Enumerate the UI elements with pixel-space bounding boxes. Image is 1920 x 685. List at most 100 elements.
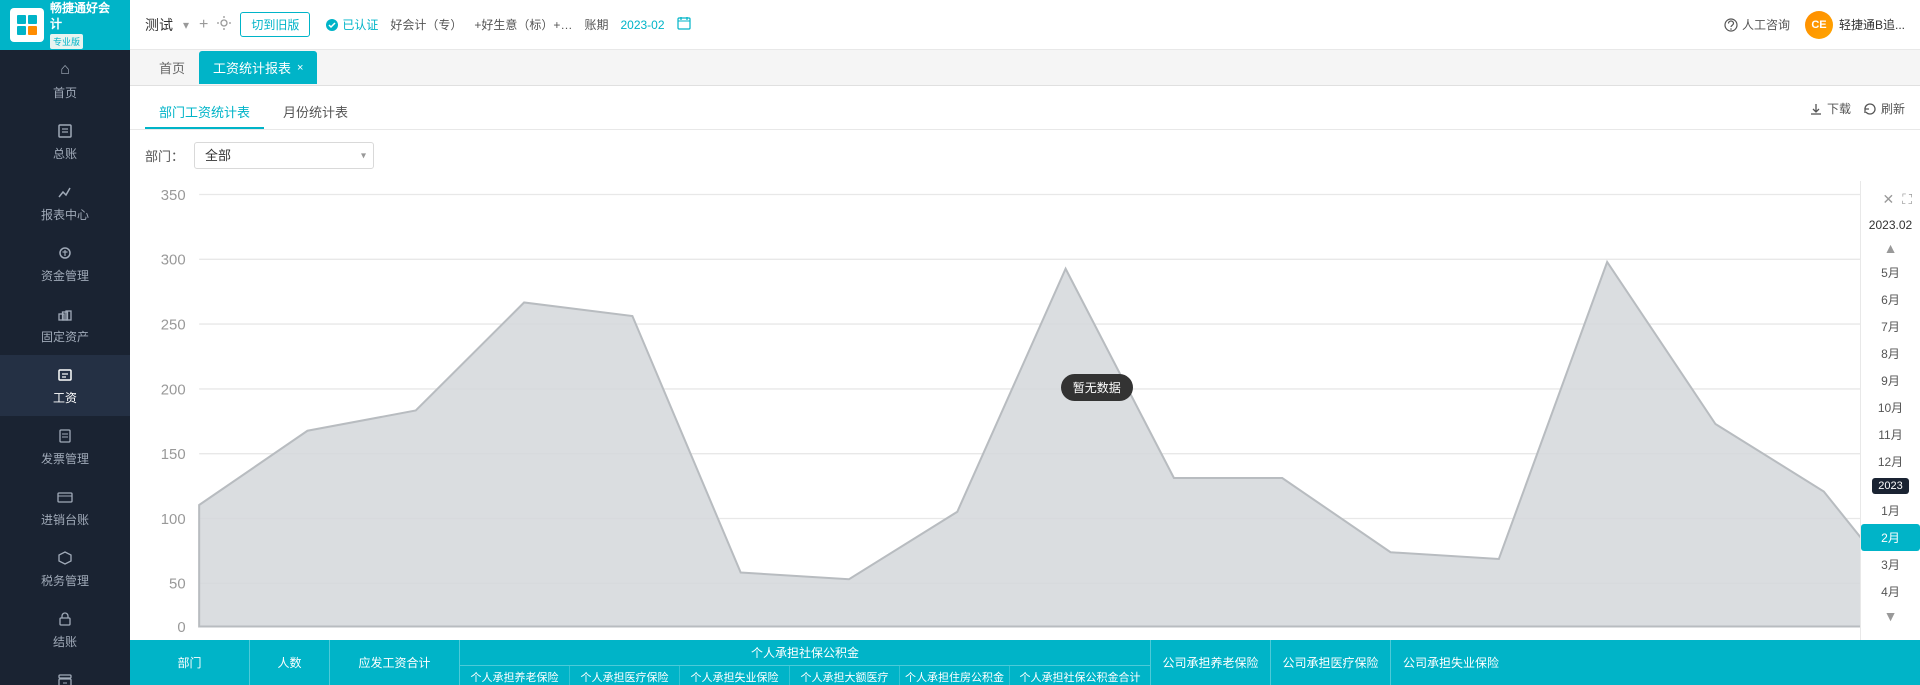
sidebar-label-reports: 报表中心 <box>41 206 89 223</box>
plus-icon[interactable]: + <box>199 16 208 34</box>
svg-text:250: 250 <box>161 318 186 334</box>
sidebar-item-payroll[interactable]: 工资 <box>0 355 130 416</box>
sidebar-item-tax[interactable]: 税务管理 <box>0 538 130 599</box>
logo-icon <box>10 8 44 42</box>
col-people: 人数 <box>250 640 330 685</box>
month-11[interactable]: 11月 <box>1861 421 1920 448</box>
tab-home[interactable]: 首页 <box>145 51 199 84</box>
tab-payroll-label: 工资统计报表 <box>213 58 291 77</box>
sidebar-item-ledger[interactable]: 总账 <box>0 111 130 172</box>
col-c-pension: 公司承担养老保险 <box>1151 640 1271 685</box>
dept-select-wrapper: 全部 销售部 技术部 行政部 ▾ <box>194 142 374 169</box>
payroll-icon <box>55 365 75 385</box>
subtab-bar: 部门工资统计表 月份统计表 下载 刷新 <box>130 86 1920 130</box>
content-area: 部门工资统计表 月份统计表 下载 刷新 部门： <box>130 86 1920 685</box>
sidebar-label-assets: 资金管理 <box>41 267 89 284</box>
refresh-btn[interactable]: 刷新 <box>1863 100 1905 117</box>
year-nav-down-icon[interactable]: ▼ <box>1884 605 1898 627</box>
sidebar-item-assets[interactable]: 资金管理 <box>0 233 130 294</box>
sidebar-label-invoices: 发票管理 <box>41 450 89 467</box>
subtab-monthly[interactable]: 月份统计表 <box>269 96 362 129</box>
chart-area: 350 300 250 200 150 100 50 0 暂无数据 <box>130 181 1920 640</box>
topbar-right: 人工咨询 CE 轻捷通B追... <box>1724 11 1905 39</box>
month-7[interactable]: 7月 <box>1861 313 1920 340</box>
period-label: 账期 <box>584 16 608 33</box>
company-name: 测试 <box>145 15 173 35</box>
month-6[interactable]: 6月 <box>1861 286 1920 313</box>
month-feb[interactable]: 2月 <box>1861 524 1920 551</box>
table-footer: 部门 人数 应发工资合计 个人承担社保公积金 个人承担养老保险 个人承担医疗保险… <box>130 640 1920 685</box>
sidebar-item-reports[interactable]: 报表中心 <box>0 172 130 233</box>
closing-icon <box>55 609 75 629</box>
switch-old-btn[interactable]: 切到旧版 <box>240 12 310 37</box>
settings-gear-icon[interactable] <box>216 15 232 34</box>
svg-text:100: 100 <box>161 512 186 528</box>
invoices-icon <box>55 426 75 446</box>
month-mar[interactable]: 3月 <box>1861 551 1920 578</box>
month-12[interactable]: 12月 <box>1861 448 1920 475</box>
tab-close-icon[interactable]: × <box>297 62 303 74</box>
avatar: CE <box>1805 11 1833 39</box>
month-10[interactable]: 10月 <box>1861 394 1920 421</box>
reports-icon <box>55 182 75 202</box>
col-c-unemployment: 公司承担失业保险 <box>1391 640 1511 685</box>
col-p-pension: 个人承担养老保险 <box>460 666 570 685</box>
col-salary: 应发工资合计 <box>330 640 460 685</box>
current-date: 2023.02 <box>1869 213 1912 237</box>
sidebar-logo: 畅捷通好会计 专业版 <box>0 0 130 50</box>
svg-text:150: 150 <box>161 447 186 463</box>
month-jan[interactable]: 1月 <box>1861 497 1920 524</box>
month-5[interactable]: 5月 <box>1861 259 1920 286</box>
sidebar-label-ledger: 总账 <box>53 145 77 162</box>
sidebar-item-fixed[interactable]: 固定资产 <box>0 294 130 355</box>
tab-payroll-report[interactable]: 工资统计报表 × <box>199 51 317 84</box>
certified-text: 已认证 <box>342 16 378 33</box>
close-panel-icon[interactable]: ✕ <box>1882 191 1894 208</box>
month-8[interactable]: 8月 <box>1861 340 1920 367</box>
logo-text-block: 畅捷通好会计 专业版 <box>50 1 120 49</box>
calendar-icon[interactable] <box>677 16 691 33</box>
app-name: 畅捷通好会计 <box>50 1 120 32</box>
subtab-actions: 下载 刷新 <box>1809 100 1905 125</box>
panel-close-area: ✕ ⛶ <box>1861 186 1920 213</box>
sidebar-item-archive[interactable]: 归档管理 <box>0 660 130 685</box>
consult-btn[interactable]: 人工咨询 <box>1724 16 1790 33</box>
sidebar-item-closing[interactable]: 结账 <box>0 599 130 660</box>
topbar-actions: + 切到旧版 <box>199 12 310 37</box>
sidebar-item-home[interactable]: ⌂ 首页 <box>0 50 130 111</box>
certified-badge: 已认证 <box>325 16 378 33</box>
consult-label: 人工咨询 <box>1742 16 1790 33</box>
sidebar-label-tax: 税务管理 <box>41 572 89 589</box>
status-good: 好会计（专） <box>390 16 462 33</box>
svg-text:350: 350 <box>161 188 186 204</box>
subtab-list: 部门工资统计表 月份统计表 <box>145 96 362 129</box>
logo-svg <box>16 14 38 36</box>
expand-panel-icon[interactable]: ⛶ <box>1902 191 1912 208</box>
sidebar-item-invoices[interactable]: 发票管理 <box>0 416 130 477</box>
year-nav-up-icon[interactable]: ▲ <box>1884 237 1898 259</box>
sidebar: 畅捷通好会计 专业版 ⌂ 首页 总账 报表中心 资金管理 <box>0 0 130 685</box>
period-value: 2023-02 <box>620 18 664 32</box>
chart-fill <box>199 262 1878 627</box>
dropdown-arrow-icon[interactable]: ▾ <box>183 18 189 32</box>
dept-select[interactable]: 全部 销售部 技术部 行政部 <box>194 142 374 169</box>
topbar-status: 已认证 好会计（专） +好生意（标）+… 账期 2023-02 <box>325 16 690 33</box>
dept-filter-label: 部门： <box>145 146 184 165</box>
subtab-dept[interactable]: 部门工资统计表 <box>145 96 264 129</box>
home-icon: ⌂ <box>55 60 75 80</box>
chart-tooltip: 暂无数据 <box>1061 374 1133 401</box>
assets-icon <box>55 243 75 263</box>
month-9[interactable]: 9月 <box>1861 367 1920 394</box>
tax-icon <box>55 548 75 568</box>
sidebar-label-closing: 结账 <box>53 633 77 650</box>
user-section: CE 轻捷通B追... <box>1805 11 1905 39</box>
col-p-housing: 个人承担住房公积金 <box>900 666 1010 685</box>
archive-icon <box>55 670 75 685</box>
month-apr[interactable]: 4月 <box>1861 578 1920 605</box>
status-biz: +好生意（标）+… <box>474 16 572 33</box>
sidebar-item-sales[interactable]: 进销台账 <box>0 477 130 538</box>
col-p-total: 个人承担社保公积金合计 <box>1010 666 1150 685</box>
topbar: 测试 ▾ + 切到旧版 已认证 好会计（专） +好生意（标）+… 账期 2023… <box>130 0 1920 50</box>
svg-text:300: 300 <box>161 253 186 269</box>
download-btn[interactable]: 下载 <box>1809 100 1851 117</box>
